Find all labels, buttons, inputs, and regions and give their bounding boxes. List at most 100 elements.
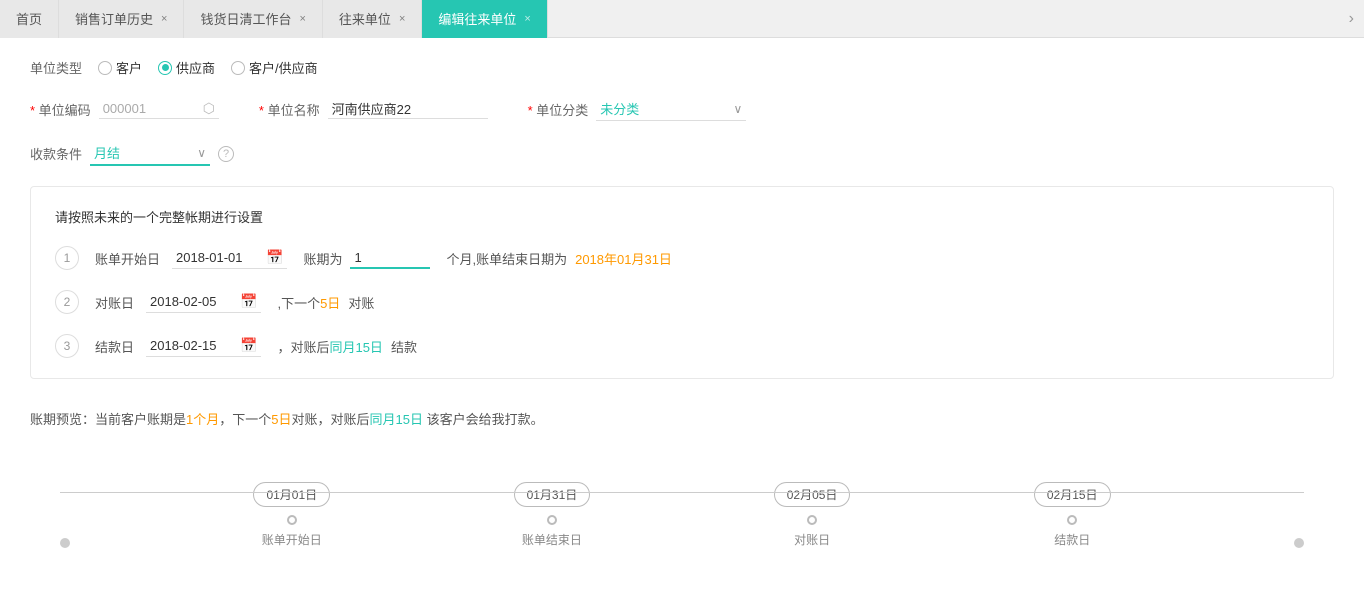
copy-icon[interactable]: ⬡ — [199, 100, 219, 117]
tab-more-button[interactable]: › — [1339, 10, 1364, 28]
timeline-dot-3 — [807, 515, 817, 525]
radio-customer[interactable]: 客户 — [98, 58, 142, 77]
tab-partner-units[interactable]: 往来单位 × — [323, 0, 422, 38]
tab-cash-work-label: 钱货日清工作台 — [200, 9, 291, 28]
timeline-line — [60, 492, 1304, 493]
reconcile-day-highlight: 5日 — [320, 293, 340, 312]
setting-row-3: 3 结款日 📅 ，对账后 同月15日 结款 — [55, 334, 1309, 358]
setting-box: 请按照未来的一个完整帐期进行设置 1 账单开始日 📅 账期为 个月,账单结束日期… — [30, 186, 1334, 379]
end-date-highlight: 2018年01月31日 — [575, 249, 672, 268]
preview-text: 账期预览：当前客户账期是1个月，下一个5日对账，对账后同月15日 该客户会给我打… — [30, 409, 1334, 428]
row-label-3: 结款日 — [95, 337, 134, 356]
unit-category-value: 未分类 — [600, 99, 729, 118]
close-icon[interactable]: × — [299, 13, 305, 25]
start-date-field[interactable] — [176, 250, 266, 265]
period-input[interactable] — [350, 248, 430, 269]
setting-row-2: 2 对账日 📅 ,下一个 5日 对账 — [55, 290, 1309, 314]
timeline-bubble-2: 01月31日 — [514, 482, 591, 507]
calendar-icon-2[interactable]: 📅 — [240, 293, 257, 310]
tab-home[interactable]: 首页 — [0, 0, 59, 38]
close-icon[interactable]: × — [524, 13, 530, 25]
row-number-3: 3 — [55, 334, 79, 358]
timeline-label-2: 账单结束日 — [522, 531, 582, 548]
start-date-input: 📅 — [172, 247, 287, 269]
unit-type-radio-group: 客户 供应商 客户/供应商 — [98, 58, 318, 77]
unit-fields-row: 单位编码 ⬡ 单位名称 单位分类 未分类 ∨ — [30, 97, 1334, 121]
payment-terms-label: 收款条件 — [30, 144, 82, 163]
row-label-1: 账单开始日 — [95, 249, 160, 268]
radio-supplier[interactable]: 供应商 — [158, 58, 215, 77]
reconcile-desc-after: 对账 — [348, 293, 374, 312]
preview-mid1: ，下一个 — [219, 412, 271, 427]
reconcile-desc-before: ,下一个 — [277, 293, 320, 312]
end-dot — [1294, 538, 1304, 548]
preview-part3: 同月15日 — [370, 412, 423, 427]
timeline: 01月01日 账单开始日 01月31日 账单结束日 02月05日 对账日 — [30, 452, 1334, 588]
timeline-bubble-1: 01月01日 — [253, 482, 330, 507]
tab-edit-partner[interactable]: 编辑往来单位 × — [422, 0, 547, 38]
radio-customer-circle — [98, 61, 112, 75]
tab-partner-units-label: 往来单位 — [339, 9, 391, 28]
unit-code-field: ⬡ — [99, 99, 219, 119]
radio-customer-supplier[interactable]: 客户/供应商 — [231, 58, 318, 77]
payment-date-input: 📅 — [146, 335, 261, 357]
timeline-bubble-4: 02月15日 — [1034, 482, 1111, 507]
timeline-dot-1 — [287, 515, 297, 525]
tab-edit-partner-label: 编辑往来单位 — [438, 9, 516, 28]
start-dot — [60, 538, 70, 548]
main-content: 单位类型 客户 供应商 客户/供应商 单位编码 ⬡ 单位名称 单位分类 — [0, 38, 1364, 608]
preview-suffix: 该客户会给我打款。 — [427, 412, 544, 427]
unit-category-select[interactable]: 未分类 ∨ — [596, 97, 746, 121]
timeline-dot-4 — [1067, 515, 1077, 525]
period-desc-before: 账期为 — [303, 249, 342, 268]
unit-name-label: 单位名称 — [259, 100, 320, 119]
unit-name-input[interactable] — [328, 99, 488, 119]
reconcile-date-field[interactable] — [150, 294, 240, 309]
unit-code-input[interactable] — [99, 99, 199, 118]
unit-type-label: 单位类型 — [30, 58, 82, 77]
timeline-start-dot — [60, 538, 70, 548]
calendar-icon-1[interactable]: 📅 — [266, 249, 283, 266]
payment-terms-row: 收款条件 月结 ∨ ? — [30, 141, 1334, 166]
preview-mid2: 对账，对账后 — [292, 412, 370, 427]
tab-sales-history-label: 销售订单历史 — [75, 9, 153, 28]
calendar-icon-3[interactable]: 📅 — [240, 337, 257, 354]
row-number-2: 2 — [55, 290, 79, 314]
chevron-down-icon: ∨ — [734, 102, 743, 116]
timeline-bubble-3: 02月05日 — [774, 482, 851, 507]
setting-title: 请按照未来的一个完整帐期进行设置 — [55, 207, 1309, 226]
timeline-label-1: 账单开始日 — [262, 531, 322, 548]
preview-part2: 5日 — [271, 412, 291, 427]
payment-day-highlight: 同月15日 — [329, 337, 382, 356]
unit-category-label: 单位分类 — [528, 100, 589, 119]
payment-terms-select[interactable]: 月结 ∨ — [90, 141, 210, 166]
payment-desc-after: 结款 — [391, 337, 417, 356]
unit-code-label: 单位编码 — [30, 100, 91, 119]
unit-type-row: 单位类型 客户 供应商 客户/供应商 — [30, 58, 1334, 77]
tab-sales-history[interactable]: 销售订单历史 × — [59, 0, 184, 38]
radio-customer-supplier-circle — [231, 61, 245, 75]
radio-customer-supplier-label: 客户/供应商 — [249, 58, 318, 77]
preview-label: 账期预览：当前客户账期是 — [30, 412, 186, 427]
payment-date-field[interactable] — [150, 338, 240, 353]
timeline-dot-2 — [547, 515, 557, 525]
radio-supplier-circle — [158, 61, 172, 75]
reconcile-date-input: 📅 — [146, 291, 261, 313]
timeline-label-3: 对账日 — [794, 531, 830, 548]
timeline-label-4: 结款日 — [1054, 531, 1090, 548]
tab-cash-work[interactable]: 钱货日清工作台 × — [184, 0, 322, 38]
period-desc-after: 个月,账单结束日期为 — [446, 249, 567, 268]
timeline-end-dot — [1294, 538, 1304, 548]
payment-desc-before: ，对账后 — [277, 337, 329, 356]
tab-bar: 首页 销售订单历史 × 钱货日清工作台 × 往来单位 × 编辑往来单位 × › — [0, 0, 1364, 38]
row-number-1: 1 — [55, 246, 79, 270]
setting-row-1: 1 账单开始日 📅 账期为 个月,账单结束日期为 2018年01月31日 — [55, 246, 1309, 270]
preview-part1: 1个月 — [186, 412, 219, 427]
row-label-2: 对账日 — [95, 293, 134, 312]
preview-section: 账期预览：当前客户账期是1个月，下一个5日对账，对账后同月15日 该客户会给我打… — [30, 395, 1334, 588]
chevron-down-icon-terms: ∨ — [197, 146, 206, 160]
tab-home-label: 首页 — [16, 9, 42, 28]
close-icon[interactable]: × — [399, 13, 405, 25]
help-icon[interactable]: ? — [218, 146, 234, 162]
close-icon[interactable]: × — [161, 13, 167, 25]
